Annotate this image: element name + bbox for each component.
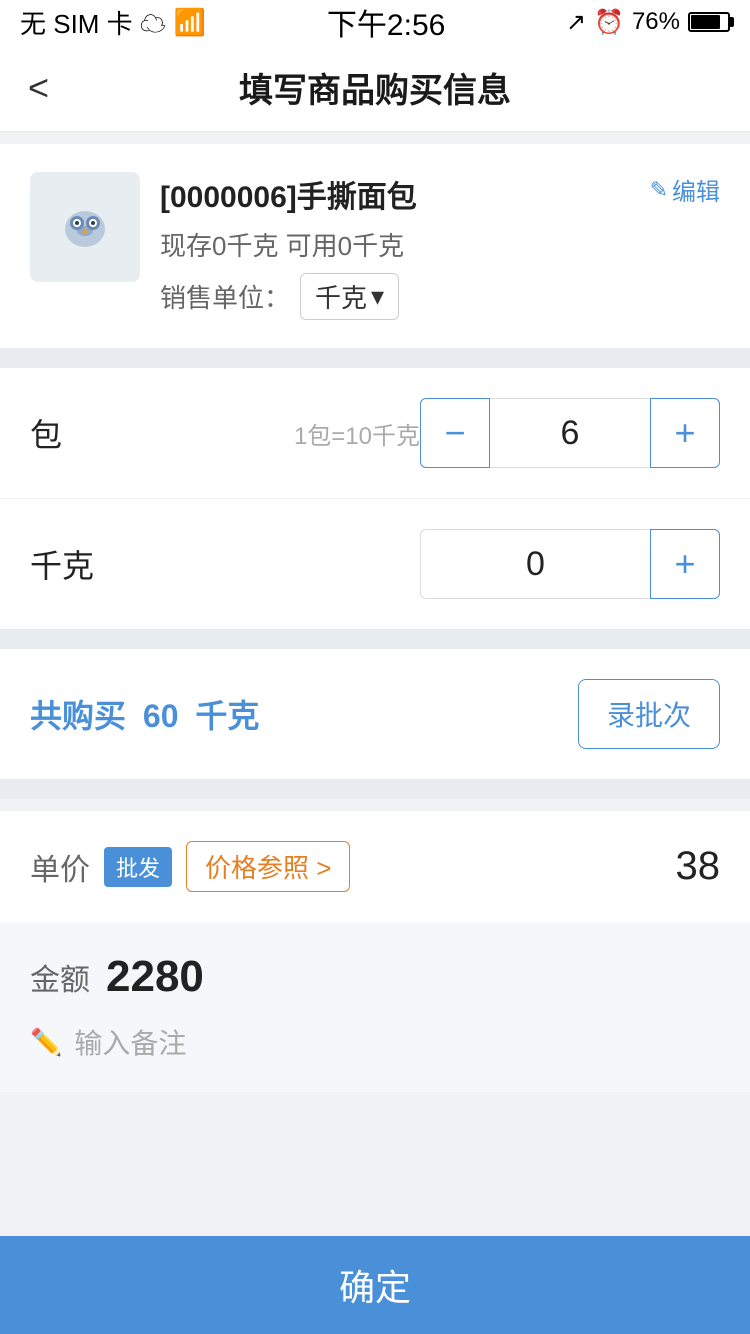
- total-unit: 千克: [195, 698, 259, 734]
- record-batch-button[interactable]: 录批次: [578, 679, 720, 749]
- edit-button[interactable]: ✎ 编辑: [650, 172, 720, 207]
- bao-label: 包: [30, 410, 284, 456]
- status-time: 下午2:56: [327, 0, 445, 44]
- product-info: [0000006]手撕面包 ✎ 编辑 现存0千克 可用0千克 销售单位： 千克 …: [160, 172, 720, 320]
- price-ref-button[interactable]: 价格参照 >: [186, 841, 350, 892]
- total-amount: 60: [143, 698, 179, 734]
- product-thumbnail: [30, 172, 140, 282]
- confirm-button[interactable]: 确定: [0, 1236, 750, 1334]
- bao-section: 包 1包=10千克 − +: [0, 368, 750, 498]
- remark-row[interactable]: ✏️ 输入备注: [30, 1022, 720, 1062]
- remark-placeholder: 输入备注: [74, 1022, 186, 1062]
- page-title: 填写商品购买信息: [239, 63, 511, 112]
- unit-value: 千克: [315, 278, 367, 315]
- unit-label: 销售单位：: [160, 278, 290, 315]
- nav-bar: < 填写商品购买信息: [0, 44, 750, 132]
- product-unit: 销售单位： 千克 ▾: [160, 273, 720, 320]
- total-prefix: 共购买: [30, 698, 126, 734]
- kg-increment-button[interactable]: +: [650, 529, 720, 599]
- amount-section: 金额 2280 ✏️ 输入备注: [0, 922, 750, 1092]
- bao-row: 包 1包=10千克 − +: [30, 368, 720, 498]
- separator-1: [0, 348, 750, 368]
- content-area: [0, 1092, 750, 1236]
- price-section: 单价 批发 价格参照 > 38: [0, 811, 750, 922]
- separator-2: [0, 629, 750, 649]
- kg-input[interactable]: [420, 529, 650, 599]
- bao-stepper: − +: [420, 398, 720, 468]
- pencil-icon: ✏️: [30, 1027, 62, 1058]
- bao-label-group: 包 1包=10千克: [30, 410, 420, 456]
- sim-status: 无 SIM 卡 ☁: [20, 4, 166, 41]
- amount-row: 金额 2280: [30, 952, 720, 1002]
- status-left: 无 SIM 卡 ☁ 📶: [20, 4, 206, 41]
- kg-stepper: +: [420, 529, 720, 599]
- total-row: 共购买 60 千克 录批次: [0, 649, 750, 779]
- product-stock: 现存0千克 可用0千克: [160, 226, 720, 263]
- location-icon: ↗: [566, 8, 586, 37]
- product-name: [0000006]手撕面包: [160, 172, 417, 216]
- amount-label: 金额: [30, 955, 90, 999]
- product-card: [0000006]手撕面包 ✎ 编辑 现存0千克 可用0千克 销售单位： 千克 …: [0, 144, 750, 348]
- edit-icon: ✎: [650, 177, 668, 203]
- bao-decrement-button[interactable]: −: [420, 398, 490, 468]
- price-value: 38: [676, 844, 721, 889]
- battery-pct: 76%: [632, 8, 680, 36]
- price-label: 单价: [30, 845, 90, 889]
- kg-row: 千克 +: [30, 499, 720, 629]
- amount-value: 2280: [106, 952, 204, 1002]
- total-text: 共购买 60 千克: [30, 691, 259, 737]
- wifi-icon: 📶: [174, 7, 206, 38]
- back-button[interactable]: <: [28, 67, 49, 109]
- bao-increment-button[interactable]: +: [650, 398, 720, 468]
- battery-icon: [688, 12, 730, 32]
- unit-selector[interactable]: 千克 ▾: [300, 273, 399, 320]
- alarm-icon: ⏰: [594, 8, 624, 37]
- status-bar: 无 SIM 卡 ☁ 📶 下午2:56 ↗ ⏰ 76%: [0, 0, 750, 44]
- status-right: ↗ ⏰ 76%: [566, 8, 730, 37]
- edit-label: 编辑: [672, 172, 720, 207]
- kg-section: 千克 +: [0, 499, 750, 629]
- separator-3: [0, 779, 750, 799]
- kg-label: 千克: [30, 541, 420, 587]
- price-type-tag: 批发: [104, 847, 172, 887]
- product-thumb-image: [55, 197, 115, 257]
- bao-hint: 1包=10千克: [294, 416, 420, 451]
- dropdown-icon: ▾: [371, 281, 384, 312]
- bao-input[interactable]: [490, 398, 650, 468]
